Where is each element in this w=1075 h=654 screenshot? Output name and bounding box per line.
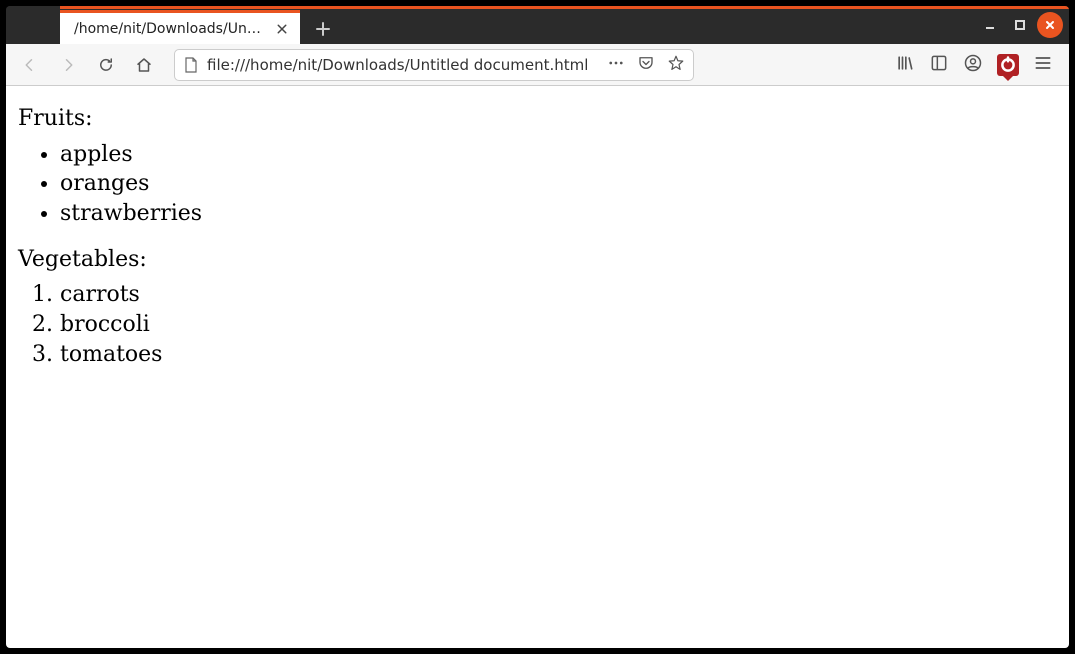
nav-forward-button[interactable] <box>54 51 82 79</box>
window-minimize-button[interactable] <box>977 12 1003 38</box>
titlebar: /home/nit/Downloads/Untitled <box>6 6 1069 44</box>
toolbar: file:///home/nit/Downloads/Untitled docu… <box>6 44 1069 86</box>
list-item: tomatoes <box>60 340 1057 370</box>
close-tab-icon[interactable] <box>274 21 290 37</box>
fruits-list: apples oranges strawberries <box>18 140 1057 229</box>
tab-bar: /home/nit/Downloads/Untitled <box>6 6 338 44</box>
list-item: oranges <box>60 169 1057 199</box>
document-body: Fruits: apples oranges strawberries Vege… <box>6 86 1069 394</box>
ublock-icon[interactable] <box>997 54 1019 76</box>
list-item: strawberries <box>60 199 1057 229</box>
window-maximize-button[interactable] <box>1007 12 1033 38</box>
tab-title: /home/nit/Downloads/Untitled <box>74 21 264 37</box>
window-controls <box>977 6 1063 44</box>
fruits-heading: Fruits: <box>18 104 1057 134</box>
sidebar-icon[interactable] <box>929 53 949 77</box>
toolbar-right-tools <box>895 53 1059 77</box>
pocket-icon[interactable] <box>637 54 655 76</box>
address-bar[interactable]: file:///home/nit/Downloads/Untitled docu… <box>174 49 694 81</box>
list-item: carrots <box>60 280 1057 310</box>
page-viewport[interactable]: Fruits: apples oranges strawberries Vege… <box>6 86 1069 648</box>
reload-button[interactable] <box>92 51 120 79</box>
library-icon[interactable] <box>895 53 915 77</box>
file-icon <box>183 57 199 73</box>
more-actions-icon[interactable] <box>607 54 625 76</box>
list-item: apples <box>60 140 1057 170</box>
menu-button[interactable] <box>1033 53 1053 77</box>
account-icon[interactable] <box>963 53 983 77</box>
vegetables-list: carrots broccoli tomatoes <box>18 280 1057 369</box>
new-tab-button[interactable] <box>308 14 338 44</box>
urlbar-end-icons <box>607 54 685 76</box>
nav-back-button[interactable] <box>16 51 44 79</box>
home-button[interactable] <box>130 51 158 79</box>
vegetables-heading: Vegetables: <box>18 245 1057 275</box>
browser-window: /home/nit/Downloads/Untitled <box>6 6 1069 648</box>
url-text: file:///home/nit/Downloads/Untitled docu… <box>207 56 599 74</box>
bookmark-star-icon[interactable] <box>667 54 685 76</box>
list-item: broccoli <box>60 310 1057 340</box>
window-close-button[interactable] <box>1037 12 1063 38</box>
active-tab[interactable]: /home/nit/Downloads/Untitled <box>60 10 300 44</box>
